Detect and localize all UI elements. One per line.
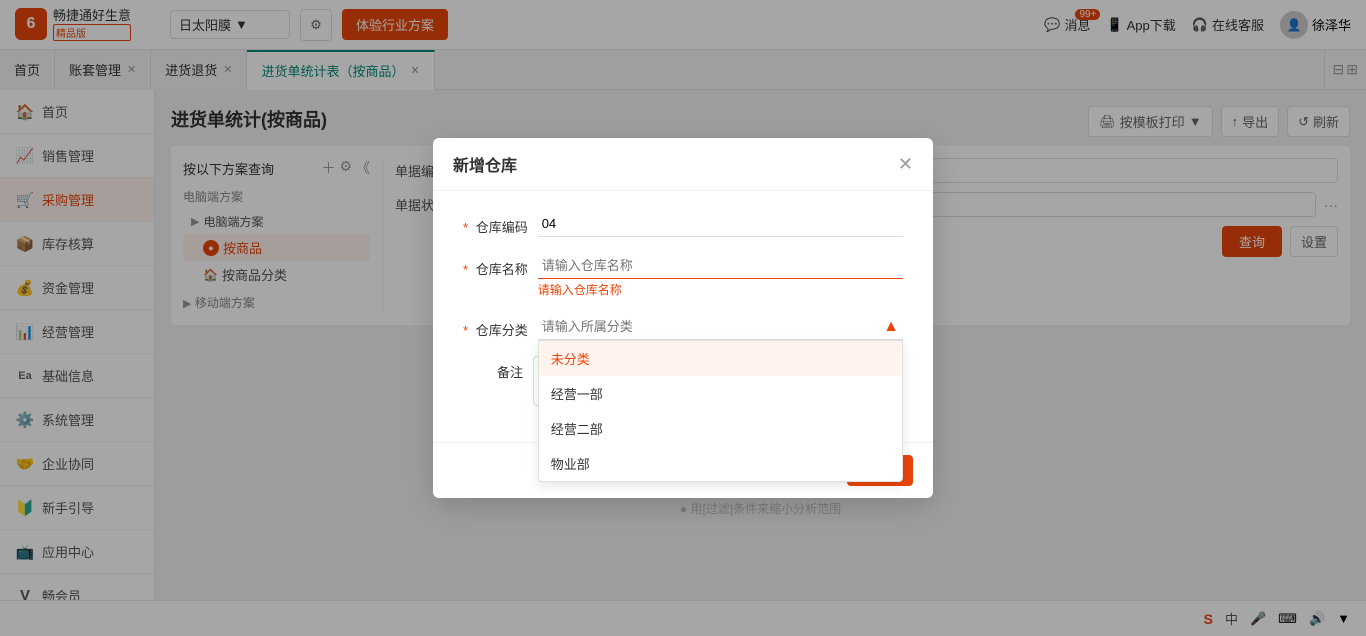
category-option-none[interactable]: 未分类	[539, 341, 902, 376]
modal-title: 新增仓库	[453, 152, 517, 176]
warehouse-code-input[interactable]	[538, 211, 903, 237]
category-toggle-icon[interactable]: ▲	[883, 318, 899, 336]
code-label: * 仓库编码	[463, 211, 528, 236]
name-error-msg: 请输入仓库名称	[538, 281, 903, 298]
notes-label: 备注	[463, 356, 523, 381]
category-label: * 仓库分类	[463, 314, 528, 339]
category-option-dept1[interactable]: 经营一部	[539, 376, 902, 411]
form-row-code: * 仓库编码	[463, 211, 903, 237]
warehouse-name-input[interactable]	[538, 253, 903, 279]
form-row-category: * 仓库分类 ▲ 未分类 经营一部 经营二部 物业部	[463, 314, 903, 340]
modal-header: 新增仓库 ✕	[433, 138, 933, 191]
modal-close-button[interactable]: ✕	[898, 154, 913, 175]
required-star-name: *	[463, 262, 468, 277]
modal-body: * 仓库编码 * 仓库名称 请输入仓库名称	[433, 191, 933, 442]
name-label: * 仓库名称	[463, 253, 528, 278]
category-dropdown: 未分类 经营一部 经营二部 物业部	[538, 340, 903, 482]
category-input[interactable]	[538, 314, 903, 340]
add-warehouse-modal: 新增仓库 ✕ * 仓库编码 * 仓库名称	[433, 138, 933, 498]
category-option-dept2[interactable]: 经营二部	[539, 411, 902, 446]
required-star-cat: *	[463, 323, 468, 338]
category-input-wrap: ▲ 未分类 经营一部 经营二部 物业部	[538, 314, 903, 340]
form-row-name: * 仓库名称 请输入仓库名称	[463, 253, 903, 298]
modal-overlay[interactable]: 新增仓库 ✕ * 仓库编码 * 仓库名称	[0, 0, 1366, 636]
required-star-code: *	[463, 220, 468, 235]
category-option-property[interactable]: 物业部	[539, 446, 902, 481]
